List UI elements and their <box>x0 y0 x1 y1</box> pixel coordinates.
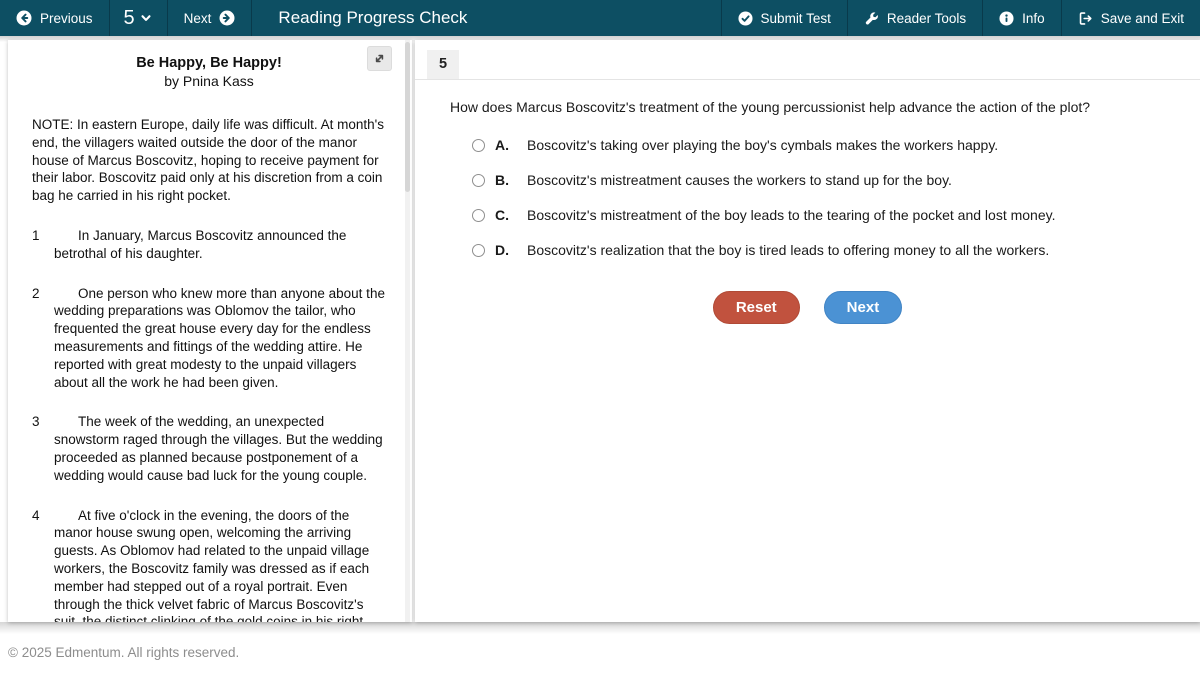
reader-tools-label: Reader Tools <box>886 10 967 26</box>
passage-paragraph: 3 The week of the wedding, an unexpected… <box>32 413 386 484</box>
next-button[interactable]: Next <box>168 0 252 36</box>
radio-button-c[interactable] <box>472 209 485 222</box>
paragraph-text: At five o'clock in the evening, the door… <box>54 507 370 622</box>
answer-option-d[interactable]: D. Boscovitz's realization that the boy … <box>472 242 1200 258</box>
passage-paragraph: 1 In January, Marcus Boscovitz announced… <box>32 227 386 263</box>
wrench-icon <box>864 11 879 26</box>
question-number-value: 5 <box>123 6 135 29</box>
passage-panel: Be Happy, Be Happy! by Pnina Kass NOTE: … <box>8 40 412 622</box>
info-label: Info <box>1022 10 1045 26</box>
answer-option-c[interactable]: C. Boscovitz's mistreatment of the boy l… <box>472 207 1200 223</box>
option-letter: C. <box>495 207 509 223</box>
passage-content: Be Happy, Be Happy! by Pnina Kass NOTE: … <box>8 40 412 622</box>
radio-button-d[interactable] <box>472 244 485 257</box>
previous-label: Previous <box>40 10 93 26</box>
question-actions: Reset Next <box>415 291 1200 324</box>
question-number-tab[interactable]: 5 <box>427 50 460 79</box>
answer-option-b[interactable]: B. Boscovitz's mistreatment causes the w… <box>472 172 1200 188</box>
sign-out-icon <box>1078 11 1093 26</box>
reset-button[interactable]: Reset <box>712 291 800 324</box>
check-circle-icon <box>738 10 753 26</box>
paragraph-text: The week of the wedding, an unexpected s… <box>54 414 383 483</box>
passage-paragraph: 2 One person who knew more than anyone a… <box>32 285 386 392</box>
paragraph-text: One person who knew more than anyone abo… <box>54 285 385 390</box>
previous-button[interactable]: Previous <box>0 0 109 36</box>
submit-test-label: Submit Test <box>760 10 831 26</box>
question-tab-row: 5 <box>415 40 1200 80</box>
answer-options: A. Boscovitz's taking over playing the b… <box>415 115 1200 258</box>
copyright-text: © 2025 Edmentum. All rights reserved. <box>8 645 240 660</box>
question-prompt: How does Marcus Boscovitz's treatment of… <box>450 99 1091 115</box>
expand-passage-button[interactable] <box>367 46 392 71</box>
passage-title: Be Happy, Be Happy! <box>136 55 282 71</box>
next-label: Next <box>183 10 212 26</box>
option-text: Boscovitz's mistreatment of the boy lead… <box>527 207 1056 223</box>
paragraph-number: 2 <box>32 285 40 301</box>
question-panel: 5 How does Marcus Boscovitz's treatment … <box>415 40 1200 622</box>
paragraph-number: 4 <box>32 507 40 523</box>
passage-paragraph: 4 At five o'clock in the evening, the do… <box>32 507 386 622</box>
option-text: Boscovitz's mistreatment causes the work… <box>527 172 952 188</box>
option-letter: D. <box>495 242 509 258</box>
paragraph-number: 3 <box>32 414 40 430</box>
question-number-dropdown[interactable]: 5 <box>110 0 167 36</box>
page-title: Reading Progress Check <box>278 8 468 27</box>
info-circle-icon <box>999 10 1014 26</box>
question-next-button[interactable]: Next <box>823 291 903 324</box>
submit-test-button[interactable]: Submit Test <box>722 0 847 36</box>
option-text: Boscovitz's taking over playing the boy'… <box>527 137 999 153</box>
expand-icon <box>372 51 387 66</box>
footer: © 2025 Edmentum. All rights reserved. <box>0 634 1200 674</box>
option-text: Boscovitz's realization that the boy is … <box>527 242 1050 258</box>
option-letter: B. <box>495 172 509 188</box>
top-navigation-bar: Previous 5 Next Reading Progress Check S… <box>0 0 1200 36</box>
paragraph-text: In January, Marcus Boscovitz announced t… <box>54 227 347 261</box>
chevron-down-icon <box>139 11 153 25</box>
radio-button-b[interactable] <box>472 174 485 187</box>
save-and-exit-label: Save and Exit <box>1100 10 1184 26</box>
paragraph-number: 1 <box>32 227 40 243</box>
save-and-exit-button[interactable]: Save and Exit <box>1062 0 1200 36</box>
arrow-left-circle-icon <box>16 10 32 26</box>
passage-scrollbar-thumb[interactable] <box>405 42 410 192</box>
info-button[interactable]: Info <box>983 0 1061 36</box>
passage-note: NOTE: In eastern Europe, daily life was … <box>32 117 384 204</box>
option-letter: A. <box>495 137 509 153</box>
footer-shadow <box>0 622 1200 634</box>
arrow-right-circle-icon <box>219 10 235 26</box>
answer-option-a[interactable]: A. Boscovitz's taking over playing the b… <box>472 137 1200 153</box>
radio-button-a[interactable] <box>472 139 485 152</box>
passage-byline: by Pnina Kass <box>164 73 254 89</box>
reader-tools-button[interactable]: Reader Tools <box>848 0 982 36</box>
